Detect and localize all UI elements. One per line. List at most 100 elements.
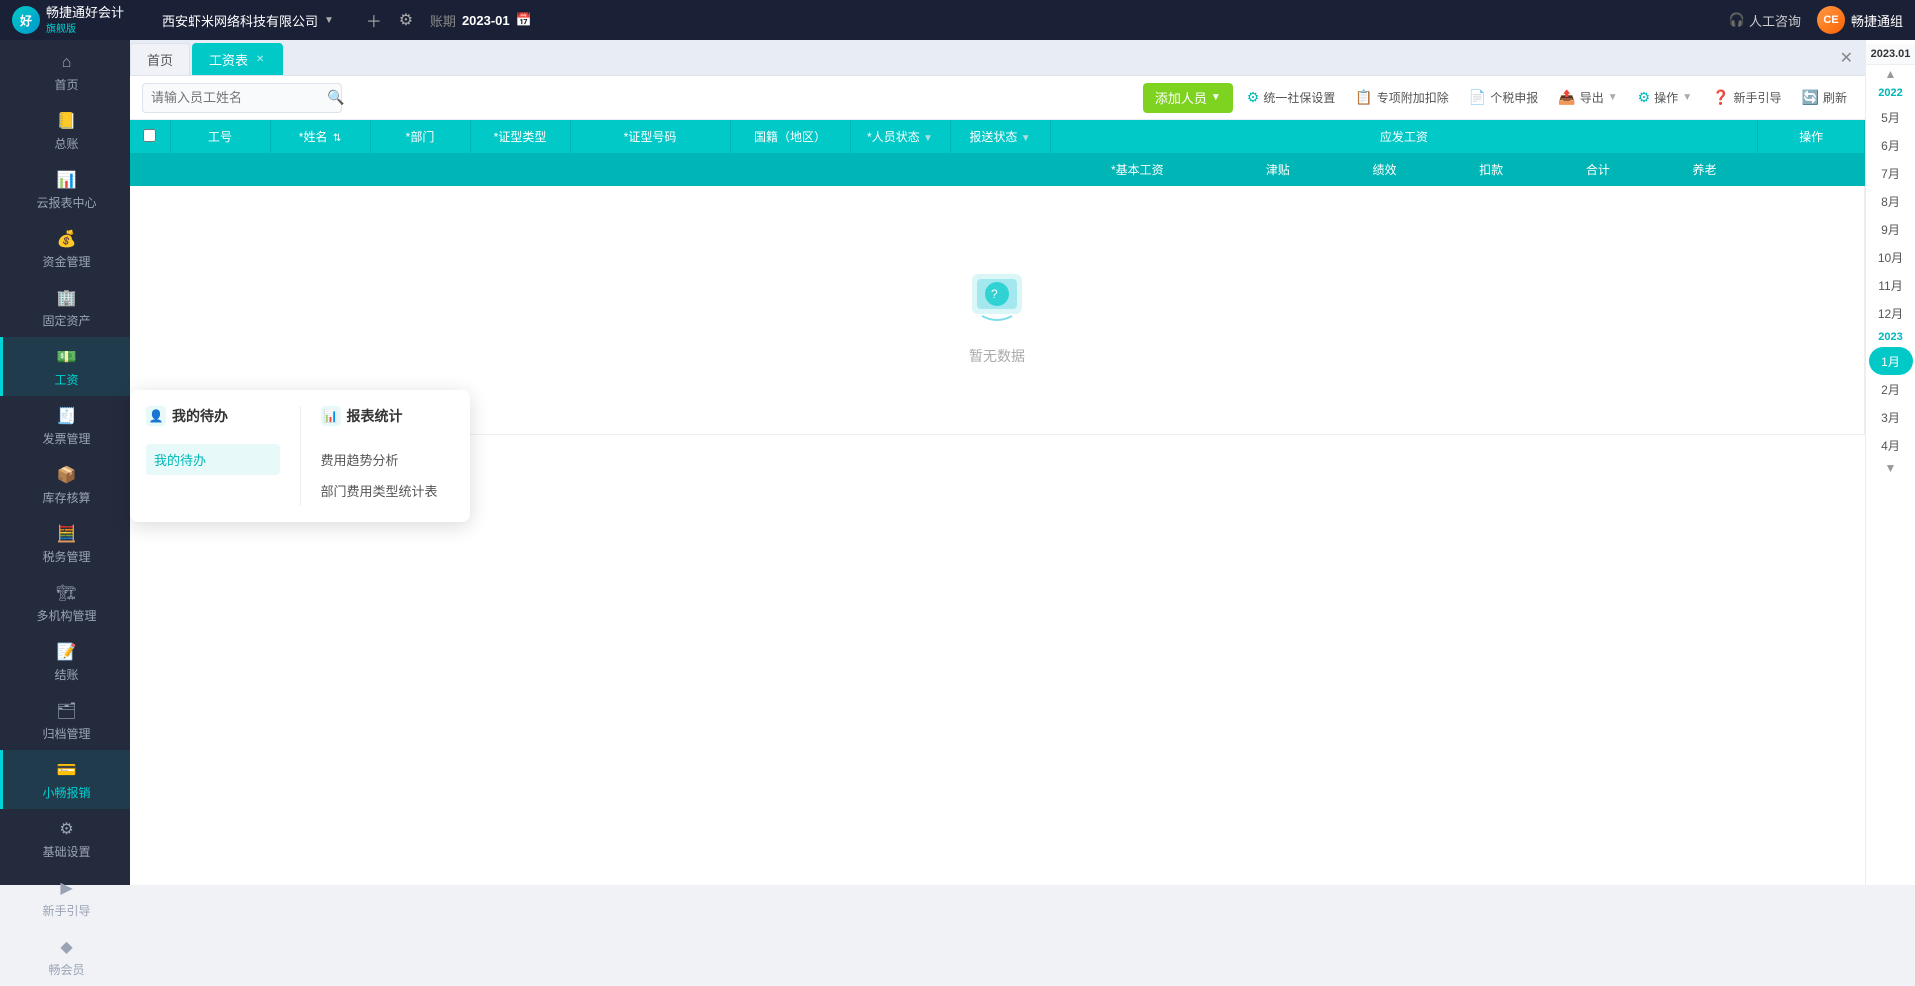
tab-close-all-icon[interactable]: ✕: [1828, 40, 1865, 76]
popup-item-dept-expense[interactable]: 部门费用类型统计表: [321, 475, 455, 506]
name-sort-icon[interactable]: ⇅: [333, 133, 341, 144]
funds-icon: 💰: [57, 229, 77, 249]
col-name-header[interactable]: *姓名 ⇅: [270, 120, 370, 153]
sidebar-item-reports[interactable]: 📊 云报表中心: [0, 160, 130, 219]
sidebar-item-assets[interactable]: 🏢 固定资产: [0, 278, 130, 337]
popup-col-1: 👤 我的待办 我的待办: [146, 406, 280, 506]
operate-action[interactable]: ⚙ 操作 ▼: [1632, 85, 1698, 110]
month-item-9[interactable]: 9月: [1869, 215, 1913, 243]
export-icon: 📤: [1558, 89, 1575, 106]
refresh-action[interactable]: 🔄 刷新: [1796, 85, 1853, 110]
month-item-11[interactable]: 11月: [1869, 271, 1913, 299]
col-region-header: 国籍（地区）: [730, 120, 850, 153]
sidebar-item-expense[interactable]: 💳 小畅报销: [0, 750, 130, 809]
toolbar-right: 添加人员 ▼ ⚙ 统一社保设置 📋 专项附加扣除 📄 个税申报 📤: [1143, 83, 1853, 113]
month-item-8[interactable]: 8月: [1869, 187, 1913, 215]
export-label: 导出: [1580, 89, 1604, 106]
sidebar: ⌂ 首页 📒 总账 📊 云报表中心 💰 资金管理 🏢 固定资产 💵 工资 🧾 发…: [0, 40, 130, 885]
month-sidebar: 2023.01 ▲ 2022 5月 6月 7月 8月 9月 10月 11月 12…: [1865, 40, 1915, 885]
popup-section1-label: 我的待办: [172, 406, 228, 426]
tax-declare-action[interactable]: 📄 个税申报: [1463, 85, 1544, 110]
sidebar-label-invoice: 发票管理: [42, 430, 90, 447]
month-item-6[interactable]: 6月: [1869, 131, 1913, 159]
empty-illustration: ?: [957, 254, 1037, 334]
toolbar: 🔍 添加人员 ▼ ⚙ 统一社保设置 📋 专项附加扣除 📄 个税申报: [130, 76, 1865, 120]
sidebar-label-salary: 工资: [54, 371, 78, 388]
sidebar-item-guide[interactable]: ▶ 新手引导: [0, 868, 130, 927]
social-settings-action[interactable]: ⚙ 统一社保设置: [1241, 85, 1342, 110]
sidebar-item-tax[interactable]: 🧮 税务管理: [0, 514, 130, 573]
sidebar-item-archive[interactable]: 🗂 归档管理: [0, 691, 130, 750]
col-status-header[interactable]: *人员状态 ▼: [850, 120, 950, 153]
support-button[interactable]: 🎧 人工咨询: [1729, 11, 1801, 30]
home-icon: ⌂: [62, 54, 72, 72]
month-nav-up[interactable]: ▲: [1877, 65, 1905, 83]
month-item-4-2023[interactable]: 4月: [1869, 431, 1913, 459]
col-checkbox-header[interactable]: [130, 120, 170, 153]
search-input[interactable]: [151, 90, 327, 105]
add-button[interactable]: ＋: [362, 8, 386, 32]
year-2023-label: 2023: [1866, 327, 1915, 347]
sidebar-label-funds: 资金管理: [42, 253, 90, 270]
sidebar-item-invoice[interactable]: 🧾 发票管理: [0, 396, 130, 455]
popup-divider: [300, 406, 301, 506]
tab-salary[interactable]: 工资表 ✕: [192, 43, 283, 75]
export-action[interactable]: 📤 导出 ▼: [1552, 85, 1623, 110]
tax-declare-label: 个税申报: [1490, 89, 1538, 106]
month-item-5[interactable]: 5月: [1869, 103, 1913, 131]
tab-home[interactable]: 首页: [130, 43, 190, 75]
calendar-icon[interactable]: 📅: [516, 12, 532, 28]
top-header: 好 畅捷通好会计 旗舰版 西安虾米网络科技有限公司 ▼ ＋ ⚙ 账期 2023-…: [0, 0, 1915, 40]
month-item-12[interactable]: 12月: [1869, 299, 1913, 327]
tab-salary-close-icon[interactable]: ✕: [254, 52, 266, 67]
month-item-2-2023[interactable]: 2月: [1869, 375, 1913, 403]
status-filter-icon[interactable]: ▼: [923, 133, 933, 144]
invoice-icon: 🧾: [57, 406, 77, 426]
multiorg-icon: 🏗: [56, 583, 76, 603]
col-send-header[interactable]: 报送状态 ▼: [950, 120, 1050, 153]
operate-icon: ⚙: [1638, 89, 1651, 106]
sidebar-label-guide: 新手引导: [42, 902, 90, 919]
month-item-1-2023[interactable]: 1月: [1869, 347, 1913, 375]
popup-section2-title: 📊 报表统计: [321, 406, 455, 432]
sidebar-item-settings[interactable]: ⚙ 基础设置: [0, 809, 130, 868]
month-nav-down[interactable]: ▼: [1877, 459, 1905, 477]
ledger-icon: 📒: [57, 111, 77, 131]
popup-item-expense-trend[interactable]: 费用趋势分析: [321, 444, 455, 475]
sidebar-item-member[interactable]: ◆ 畅会员: [0, 927, 130, 986]
sub-header-spacer: [130, 153, 1050, 186]
guide-toolbar-label: 新手引导: [1734, 89, 1782, 106]
popup-item-mytodo[interactable]: 我的待办: [146, 444, 280, 475]
send-filter-icon[interactable]: ▼: [1021, 133, 1031, 144]
col-dept-header: *部门: [370, 120, 470, 153]
special-label: 专项附加扣除: [1377, 89, 1449, 106]
tab-bar: 首页 工资表 ✕ ✕: [130, 40, 1865, 76]
sidebar-item-multiorg[interactable]: 🏗 多机构管理: [0, 573, 130, 632]
sidebar-item-settle[interactable]: 📝 结账: [0, 632, 130, 691]
operate-chevron-icon: ▼: [1682, 92, 1692, 103]
sidebar-item-inventory[interactable]: 📦 库存核算: [0, 455, 130, 514]
user-area[interactable]: CE 畅捷通组: [1817, 6, 1903, 34]
company-selector[interactable]: 西安虾米网络科技有限公司 ▼: [154, 7, 342, 34]
sidebar-item-ledger[interactable]: 📒 总账: [0, 101, 130, 160]
company-name: 西安虾米网络科技有限公司: [162, 11, 318, 30]
sidebar-item-salary[interactable]: 💵 工资: [0, 337, 130, 396]
period-sidebar-header: 2023.01: [1866, 44, 1915, 65]
search-icon: 🔍: [327, 89, 344, 106]
period-label: 账期: [430, 11, 456, 30]
popup-section2-label: 报表统计: [347, 406, 403, 426]
month-item-10[interactable]: 10月: [1869, 243, 1913, 271]
special-deduct-action[interactable]: 📋 专项附加扣除: [1349, 85, 1454, 110]
sidebar-item-home[interactable]: ⌂ 首页: [0, 44, 130, 101]
month-item-7[interactable]: 7月: [1869, 159, 1913, 187]
select-all-checkbox[interactable]: [143, 129, 156, 142]
sidebar-label-member: 畅会员: [48, 961, 84, 978]
month-item-3-2023[interactable]: 3月: [1869, 403, 1913, 431]
sidebar-item-funds[interactable]: 💰 资金管理: [0, 219, 130, 278]
add-person-button[interactable]: 添加人员 ▼: [1143, 83, 1233, 113]
settings-icon[interactable]: ⚙: [394, 8, 418, 32]
popup-menu: 👤 我的待办 我的待办 📊 报表统计 费用趋势分析 部门费用类型统计表: [130, 390, 470, 522]
add-chevron-icon: ▼: [1211, 92, 1221, 103]
expense-icon: 💳: [57, 760, 77, 780]
guide-action[interactable]: ❓ 新手引导: [1706, 85, 1787, 110]
